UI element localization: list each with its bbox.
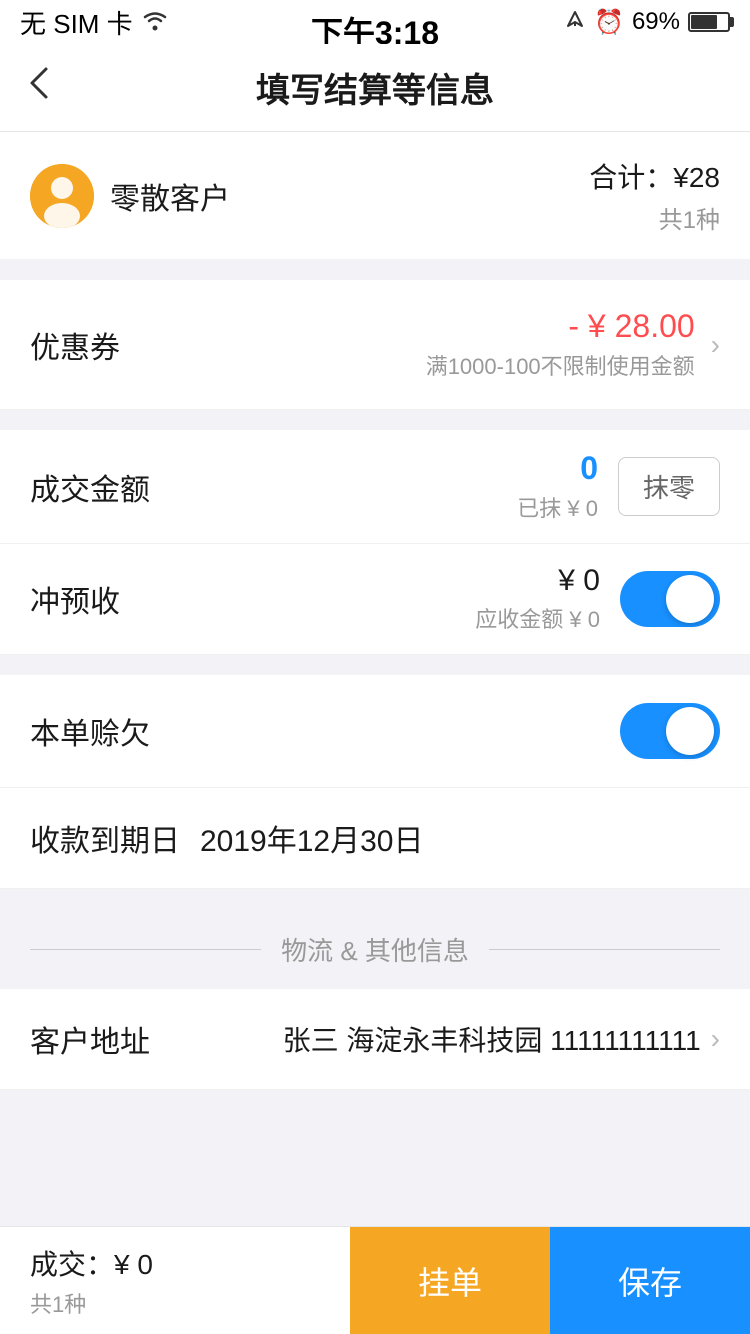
logistics-section: 物流 & 其他信息 bbox=[0, 909, 750, 989]
debt-toggle-knob bbox=[666, 707, 714, 755]
customer-total: 合计：¥28 共1种 bbox=[589, 156, 720, 235]
address-section: 客户地址 张三 海淀永丰科技园 11111111111 › bbox=[0, 989, 750, 1090]
prepay-right: ¥ 0 应收金额 ¥ 0 bbox=[475, 564, 720, 634]
debt-toggle[interactable] bbox=[620, 703, 720, 759]
deal-section: 成交金额 0 已抹 ¥ 0 抹零 冲预收 ¥ 0 应收金额 ¥ 0 bbox=[0, 430, 750, 655]
due-row[interactable]: 收款到期日 2019年12月30日 bbox=[0, 788, 750, 889]
footer-spacer bbox=[0, 1090, 750, 1210]
chevron-right-icon: › bbox=[711, 329, 720, 361]
deal-amount: 0 bbox=[517, 450, 598, 487]
prepay-toggle[interactable] bbox=[620, 571, 720, 627]
deal-sub: 已抹 ¥ 0 bbox=[517, 491, 598, 523]
wifi-icon bbox=[141, 7, 169, 38]
content-area: 零散客户 合计：¥28 共1种 优惠券 - ¥ 28.00 满1000-100不… bbox=[0, 132, 750, 1210]
due-label: 收款到期日 bbox=[30, 816, 180, 860]
coupon-section: 优惠券 - ¥ 28.00 满1000-100不限制使用金额 › bbox=[0, 280, 750, 410]
status-right: ⏰ 69% bbox=[564, 8, 730, 37]
page-title: 填写结算等信息 bbox=[256, 63, 494, 112]
coupon-amount: - ¥ 28.00 bbox=[426, 308, 695, 345]
save-button[interactable]: 保存 bbox=[550, 1227, 750, 1334]
alarm-icon: ⏰ bbox=[594, 8, 624, 37]
divider-3 bbox=[0, 655, 750, 675]
logistics-text: 物流 & 其他信息 bbox=[281, 931, 469, 968]
prepay-sub: 应收金额 ¥ 0 bbox=[475, 602, 600, 634]
avatar bbox=[30, 164, 94, 228]
signal-text: 无 SIM 卡 bbox=[20, 4, 133, 41]
customer-row[interactable]: 零散客户 合计：¥28 共1种 bbox=[0, 132, 750, 260]
address-chevron-icon: › bbox=[711, 1023, 720, 1055]
divider-4 bbox=[0, 889, 750, 909]
footer-deal-label: 成交： bbox=[30, 1249, 114, 1280]
address-row[interactable]: 客户地址 张三 海淀永丰科技园 11111111111 › bbox=[0, 989, 750, 1090]
status-bar: 无 SIM 卡 下午3:18 ⏰ 69% bbox=[0, 0, 750, 44]
customer-section: 零散客户 合计：¥28 共1种 bbox=[0, 132, 750, 260]
prepay-row: 冲预收 ¥ 0 应收金额 ¥ 0 bbox=[0, 544, 750, 655]
debt-label: 本单赊欠 bbox=[30, 709, 150, 753]
status-left: 无 SIM 卡 bbox=[20, 4, 169, 41]
logistics-divider: 物流 & 其他信息 bbox=[0, 931, 750, 968]
customer-info: 零散客户 bbox=[30, 164, 230, 228]
prepay-label: 冲预收 bbox=[30, 577, 120, 621]
coupon-right: - ¥ 28.00 满1000-100不限制使用金额 › bbox=[120, 308, 720, 381]
due-value: 2019年12月30日 bbox=[200, 816, 423, 860]
deal-row: 成交金额 0 已抹 ¥ 0 抹零 bbox=[0, 430, 750, 544]
deal-label: 成交金额 bbox=[30, 465, 150, 509]
address-label: 客户地址 bbox=[30, 1017, 150, 1061]
battery-icon bbox=[688, 12, 730, 32]
total-count: 共1种 bbox=[589, 200, 720, 235]
footer-count: 共1种 bbox=[30, 1287, 320, 1319]
footer-info: 成交：¥ 0 共1种 bbox=[0, 1243, 350, 1319]
deal-value-block: 0 已抹 ¥ 0 bbox=[517, 450, 598, 523]
footer-deal-amount: 成交：¥ 0 bbox=[30, 1243, 320, 1283]
divider-1 bbox=[0, 260, 750, 280]
footer: 成交：¥ 0 共1种 挂单 保存 bbox=[0, 1226, 750, 1334]
coupon-value-block: - ¥ 28.00 满1000-100不限制使用金额 bbox=[426, 308, 695, 381]
hang-button[interactable]: 挂单 bbox=[350, 1227, 550, 1334]
nav-bar: 填写结算等信息 bbox=[0, 44, 750, 132]
logistics-line-left bbox=[30, 949, 261, 950]
divider-2 bbox=[0, 410, 750, 430]
back-button[interactable] bbox=[28, 65, 50, 110]
battery-percent: 69% bbox=[632, 8, 680, 36]
address-value: 张三 海淀永丰科技园 11111111111 bbox=[170, 1019, 701, 1059]
location-icon bbox=[564, 8, 586, 37]
debt-row: 本单赊欠 bbox=[0, 675, 750, 788]
coupon-row[interactable]: 优惠券 - ¥ 28.00 满1000-100不限制使用金额 › bbox=[0, 280, 750, 410]
toggle-knob bbox=[666, 575, 714, 623]
logistics-line-right bbox=[489, 949, 720, 950]
round-off-button[interactable]: 抹零 bbox=[618, 457, 720, 516]
prepay-value-block: ¥ 0 应收金额 ¥ 0 bbox=[475, 564, 600, 634]
debt-section: 本单赊欠 收款到期日 2019年12月30日 bbox=[0, 675, 750, 889]
prepay-amount: ¥ 0 bbox=[475, 564, 600, 598]
total-amount: 合计：¥28 bbox=[589, 156, 720, 196]
customer-name: 零散客户 bbox=[110, 174, 230, 218]
footer-deal-value: ¥ 0 bbox=[114, 1249, 153, 1280]
coupon-desc: 满1000-100不限制使用金额 bbox=[426, 349, 695, 381]
coupon-label: 优惠券 bbox=[30, 323, 120, 367]
deal-right: 0 已抹 ¥ 0 抹零 bbox=[517, 450, 720, 523]
